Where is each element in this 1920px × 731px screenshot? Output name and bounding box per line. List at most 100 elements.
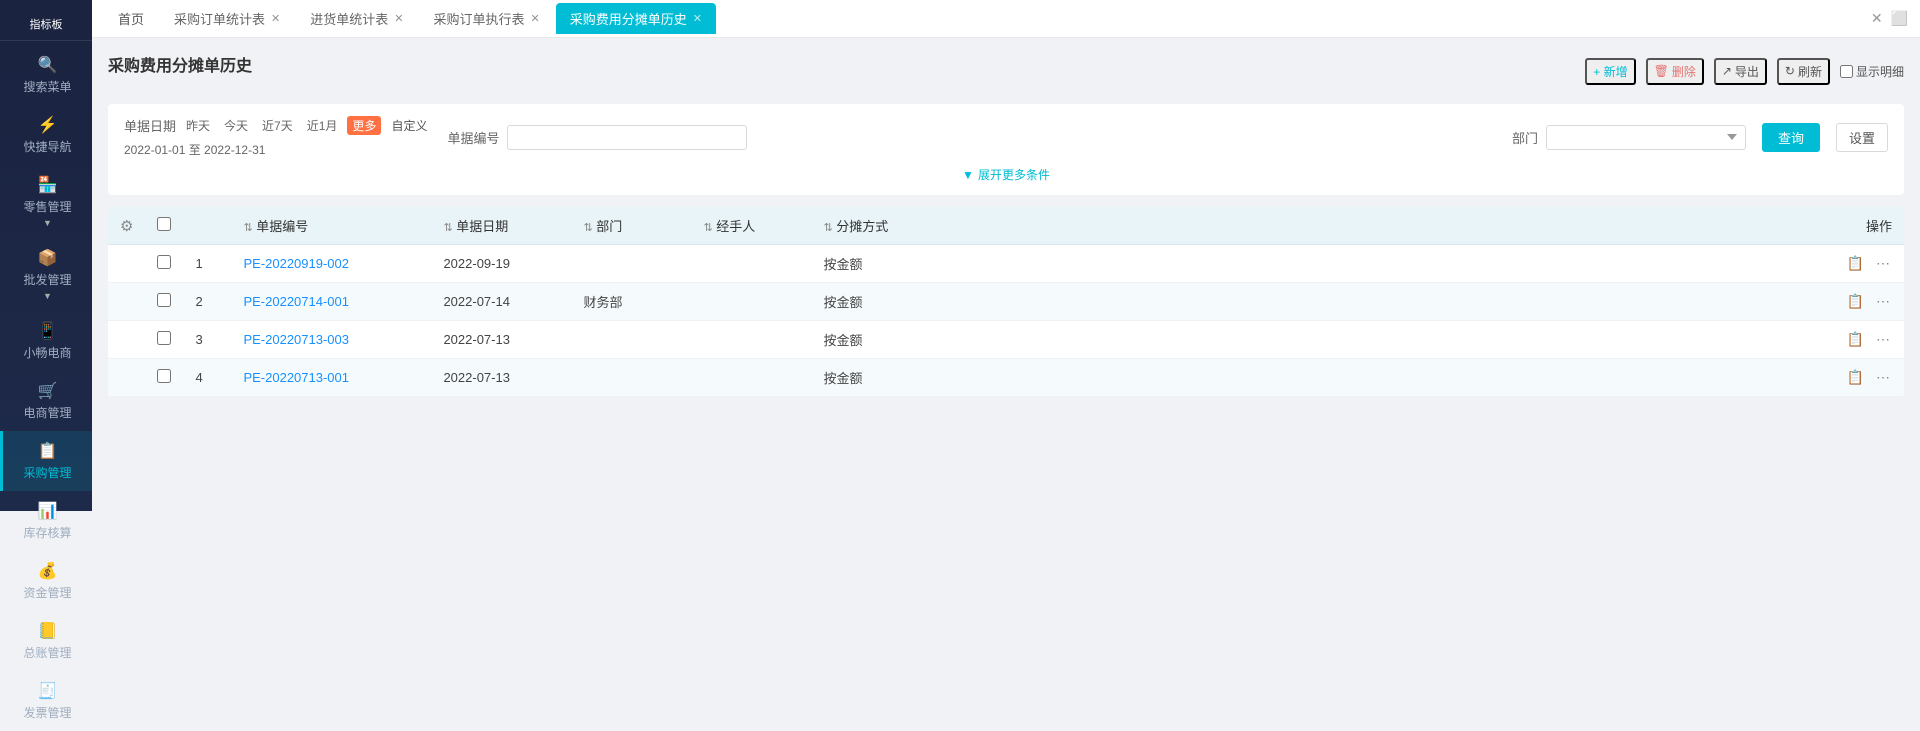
tab-home[interactable]: 首页	[104, 3, 158, 34]
row-checkbox[interactable]	[157, 293, 171, 307]
row-actions: 📋 ⋯	[1816, 329, 1892, 350]
add-button[interactable]: + 新增	[1585, 58, 1635, 85]
row-check-cell	[145, 321, 183, 359]
purchase-icon: 📋	[38, 441, 58, 461]
sidebar-item-finance[interactable]: 💰 资金管理	[0, 551, 92, 611]
row-more-button[interactable]: ⋯	[1874, 329, 1892, 350]
content-container: 采购费用分摊单历史 + 新增 🗑 删除 ↗ 导出 ↻ 刷新 显示明细	[92, 38, 1920, 511]
col-handler-header[interactable]: ⇅ 经手人	[691, 207, 811, 245]
row-date-cell: 2022-07-14	[431, 283, 571, 321]
sort-icon: ⇅	[703, 222, 712, 234]
row-no-cell: 4	[183, 359, 231, 397]
tab-close-icon[interactable]: ✕	[394, 12, 403, 25]
tab-close-icon[interactable]: ✕	[271, 12, 280, 25]
ecom-icon: 🛒	[38, 381, 58, 401]
tab-goods-stat[interactable]: 进货单统计表 ✕	[296, 3, 417, 34]
row-handler-cell	[691, 359, 811, 397]
date-custom[interactable]: 自定义	[387, 116, 431, 135]
tab-label: 进货单统计表	[310, 9, 388, 28]
row-setting-cell	[108, 321, 145, 359]
date-today[interactable]: 今天	[220, 116, 252, 135]
row-setting-cell	[108, 283, 145, 321]
row-actions: 📋 ⋯	[1816, 291, 1892, 312]
table-row: 3 PE-20220713-003 2022-07-13 按金额 📋 ⋯	[108, 321, 1904, 359]
tab-purchase-order-exec[interactable]: 采购订单执行表 ✕	[419, 3, 553, 34]
sidebar-item-ecom-mini[interactable]: 📱 小畅电商	[0, 311, 92, 371]
row-view-button[interactable]: 📋	[1845, 253, 1866, 274]
expand-label: 展开更多条件	[978, 166, 1050, 183]
row-no-cell: 1	[183, 245, 231, 283]
export-icon: ↗	[1722, 64, 1732, 78]
row-view-button[interactable]: 📋	[1845, 291, 1866, 312]
date-7days[interactable]: 近7天	[258, 116, 297, 135]
row-checkbox[interactable]	[157, 331, 171, 345]
sidebar-item-inventory[interactable]: 📊 库存核算	[0, 491, 92, 551]
row-dept-cell	[571, 245, 691, 283]
date-more[interactable]: 更多	[347, 116, 381, 135]
row-view-button[interactable]: 📋	[1845, 367, 1866, 388]
col-date-header[interactable]: ⇅ 单据日期	[431, 207, 571, 245]
sidebar-item-shortcuts[interactable]: ⚡ 快捷导航	[0, 105, 92, 165]
row-docno-cell: PE-20220714-001	[231, 283, 431, 321]
row-no-cell: 2	[183, 283, 231, 321]
setting-button[interactable]: 设置	[1836, 123, 1888, 152]
doc-no-link[interactable]: PE-20220714-001	[243, 294, 349, 309]
col-method-header[interactable]: ⇅ 分摊方式	[811, 207, 1804, 245]
row-more-button[interactable]: ⋯	[1874, 291, 1892, 312]
tab-bar-right: ✕ ⬜	[1871, 10, 1908, 27]
row-method-cell: 按金额	[811, 359, 1804, 397]
row-checkbox[interactable]	[157, 369, 171, 383]
docno-input[interactable]	[507, 125, 747, 150]
show-cols-checkbox[interactable]	[1840, 65, 1853, 78]
sidebar-item-purchase[interactable]: 📋 采购管理	[0, 431, 92, 491]
filter-area: 单据日期 昨天 今天 近7天 近1月 更多 自定义 2022-01-01 至 2…	[108, 104, 1904, 195]
window-close-icon[interactable]: ✕	[1871, 10, 1883, 27]
col-docno-header[interactable]: ⇅ 单据编号	[231, 207, 431, 245]
select-all-checkbox[interactable]	[157, 217, 171, 231]
sidebar-item-wholesale[interactable]: 📦 批发管理 ▼	[0, 238, 92, 311]
doc-no-link[interactable]: PE-20220919-002	[243, 256, 349, 271]
row-more-button[interactable]: ⋯	[1874, 367, 1892, 388]
column-settings-icon[interactable]: ⚙	[120, 218, 133, 235]
row-checkbox[interactable]	[157, 255, 171, 269]
export-button[interactable]: ↗ 导出	[1714, 58, 1767, 85]
search-icon: 🔍	[38, 55, 58, 75]
col-no	[183, 207, 231, 245]
row-docno-cell: PE-20220713-003	[231, 321, 431, 359]
sidebar-item-ecom[interactable]: 🛒 电商管理	[0, 371, 92, 431]
wholesale-icon: 📦	[38, 248, 58, 268]
expand-button[interactable]: ▼ 展开更多条件	[962, 166, 1050, 183]
tab-close-icon[interactable]: ✕	[531, 12, 540, 25]
tab-purchase-order-stat[interactable]: 采购订单统计表 ✕	[160, 3, 294, 34]
sidebar-item-ledger[interactable]: 📒 总账管理	[0, 611, 92, 671]
sidebar-item-search[interactable]: 🔍 搜索菜单	[0, 45, 92, 105]
row-method-cell: 按金额	[811, 283, 1804, 321]
sidebar-item-label: 搜索菜单	[23, 78, 71, 95]
sidebar-item-invoice[interactable]: 🧾 发票管理	[0, 671, 92, 731]
expand-row: ▼ 展开更多条件	[124, 166, 1888, 183]
delete-button[interactable]: 🗑 删除	[1646, 58, 1704, 85]
window-maximize-icon[interactable]: ⬜	[1891, 10, 1908, 27]
refresh-icon: ↻	[1785, 64, 1795, 78]
date-1month[interactable]: 近1月	[303, 116, 342, 135]
expand-chevron-icon: ▼	[962, 168, 974, 182]
sidebar-item-retail[interactable]: 🏪 零售管理 ▼	[0, 165, 92, 238]
doc-no-link[interactable]: PE-20220713-003	[243, 332, 349, 347]
search-button[interactable]: 查询	[1762, 123, 1820, 152]
table-row: 2 PE-20220714-001 2022-07-14 财务部 按金额 📋 ⋯	[108, 283, 1904, 321]
col-dept-header[interactable]: ⇅ 部门	[571, 207, 691, 245]
doc-no-link[interactable]: PE-20220713-001	[243, 370, 349, 385]
show-cols-toggle[interactable]: 显示明细	[1840, 63, 1904, 80]
refresh-button[interactable]: ↻ 刷新	[1777, 58, 1830, 85]
data-table: ⚙ ⇅ 单据编号 ⇅ 单据日期	[108, 207, 1904, 397]
date-yesterday[interactable]: 昨天	[182, 116, 214, 135]
row-check-cell	[145, 359, 183, 397]
row-no-cell: 3	[183, 321, 231, 359]
dept-select[interactable]	[1546, 125, 1746, 150]
date-range[interactable]: 2022-01-01 至 2022-12-31	[124, 141, 431, 158]
tab-close-icon[interactable]: ✕	[693, 12, 702, 25]
tab-purchase-cost-split[interactable]: 采购费用分摊单历史 ✕	[556, 3, 716, 34]
row-setting-cell	[108, 245, 145, 283]
row-view-button[interactable]: 📋	[1845, 329, 1866, 350]
row-more-button[interactable]: ⋯	[1874, 253, 1892, 274]
